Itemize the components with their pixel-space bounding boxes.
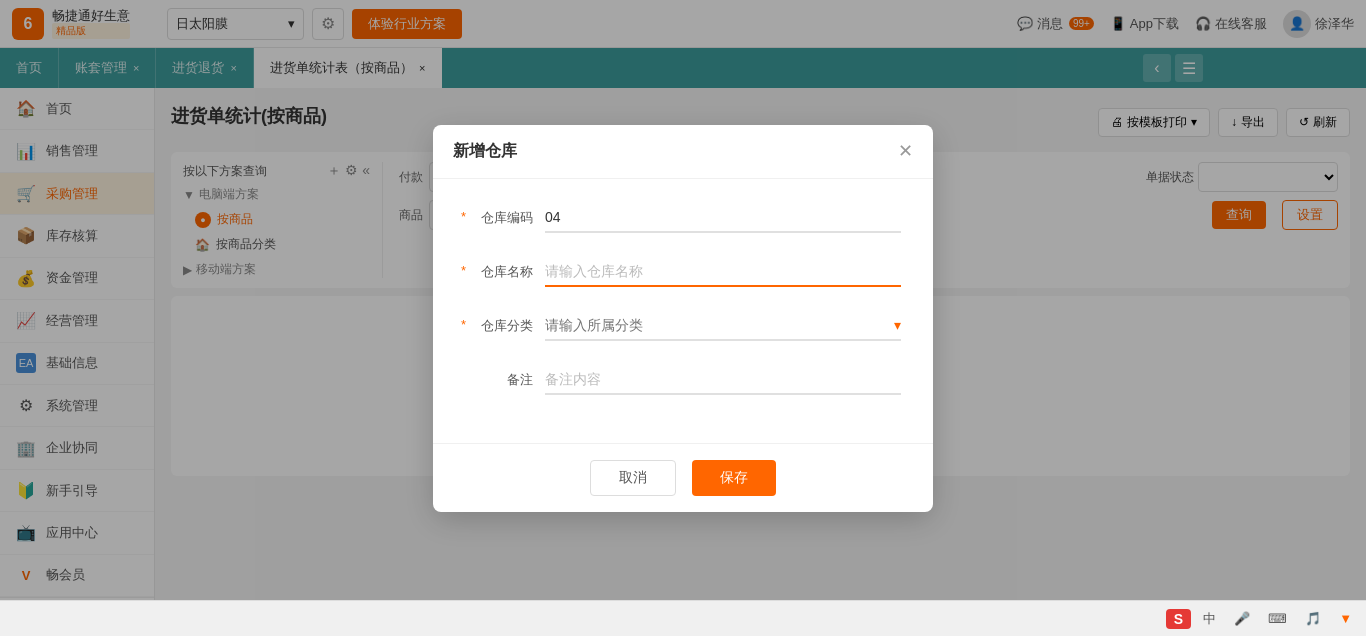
- category-label: 仓库分类: [465, 317, 545, 335]
- cancel-button[interactable]: 取消: [590, 460, 676, 496]
- code-label: 仓库编码: [465, 209, 545, 227]
- name-label: 仓库名称: [465, 263, 545, 281]
- category-input[interactable]: [545, 317, 894, 333]
- save-button[interactable]: 保存: [692, 460, 776, 496]
- taskbar: S 中 🎤 ⌨ 🎵 ▼: [0, 600, 1366, 636]
- dialog-footer: 取消 保存: [433, 443, 933, 512]
- remark-label: 备注: [465, 371, 545, 389]
- dialog-close-button[interactable]: ✕: [898, 142, 913, 160]
- add-warehouse-dialog: 新增仓库 ✕ 仓库编码 仓库名称 仓库分类 ▾: [433, 125, 933, 512]
- dialog-title: 新增仓库: [453, 141, 517, 162]
- expand-icon[interactable]: ▼: [1333, 609, 1358, 628]
- form-row-name: 仓库名称: [465, 257, 901, 287]
- dialog-overlay: 新增仓库 ✕ 仓库编码 仓库名称 仓库分类 ▾: [0, 0, 1366, 636]
- category-dropdown-icon[interactable]: ▾: [894, 317, 901, 333]
- name-input[interactable]: [545, 257, 901, 287]
- form-row-code: 仓库编码: [465, 203, 901, 233]
- mic-icon[interactable]: 🎤: [1228, 609, 1256, 628]
- s-button[interactable]: S: [1166, 609, 1191, 629]
- music-icon[interactable]: 🎵: [1299, 609, 1327, 628]
- form-row-remark: 备注: [465, 365, 901, 395]
- dialog-header: 新增仓库 ✕: [433, 125, 933, 179]
- form-row-category: 仓库分类 ▾: [465, 311, 901, 341]
- lang-button[interactable]: 中: [1197, 608, 1222, 630]
- category-select-wrapper: ▾: [545, 311, 901, 341]
- dialog-body: 仓库编码 仓库名称 仓库分类 ▾ 备注: [433, 179, 933, 443]
- keyboard-icon[interactable]: ⌨: [1262, 609, 1293, 628]
- code-input[interactable]: [545, 203, 901, 233]
- remark-input[interactable]: [545, 365, 901, 395]
